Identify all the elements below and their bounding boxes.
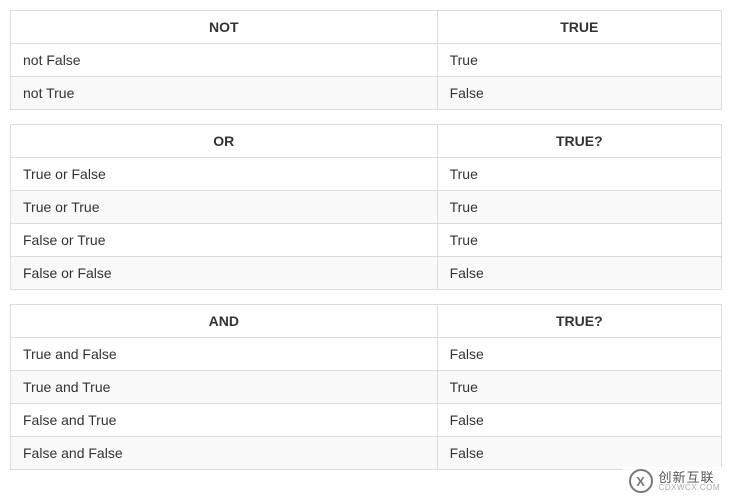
watermark: X 创新互联 CDXWCX.COM	[623, 467, 726, 495]
and-header-result: TRUE?	[437, 305, 721, 338]
table-row: True or True True	[11, 191, 722, 224]
cell-expr: not True	[11, 77, 438, 110]
cell-expr: False and True	[11, 404, 438, 437]
or-table: OR TRUE? True or False True True or True…	[10, 124, 722, 290]
cell-result: True	[437, 191, 721, 224]
table-row: False or False False	[11, 257, 722, 290]
cell-result: True	[437, 224, 721, 257]
watermark-logo-icon: X	[629, 469, 653, 493]
cell-result: True	[437, 44, 721, 77]
or-header-result: TRUE?	[437, 125, 721, 158]
and-table: AND TRUE? True and False False True and …	[10, 304, 722, 470]
cell-result: False	[437, 77, 721, 110]
table-row: not True False	[11, 77, 722, 110]
cell-expr: True and False	[11, 338, 438, 371]
cell-expr: True or True	[11, 191, 438, 224]
watermark-main: 创新互联	[659, 471, 720, 484]
watermark-sub: CDXWCX.COM	[659, 484, 720, 492]
cell-result: False	[437, 437, 721, 470]
cell-result: True	[437, 371, 721, 404]
cell-result: True	[437, 158, 721, 191]
and-header-op: AND	[11, 305, 438, 338]
cell-result: False	[437, 404, 721, 437]
cell-expr: False and False	[11, 437, 438, 470]
table-row: True or False True	[11, 158, 722, 191]
cell-result: False	[437, 257, 721, 290]
not-table: NOT TRUE not False True not True False	[10, 10, 722, 110]
table-row: not False True	[11, 44, 722, 77]
not-header-result: TRUE	[437, 11, 721, 44]
cell-expr: True or False	[11, 158, 438, 191]
cell-expr: not False	[11, 44, 438, 77]
cell-expr: True and True	[11, 371, 438, 404]
table-row: False and False False	[11, 437, 722, 470]
cell-expr: False or False	[11, 257, 438, 290]
table-row: False and True False	[11, 404, 722, 437]
table-row: True and False False	[11, 338, 722, 371]
or-header-op: OR	[11, 125, 438, 158]
cell-result: False	[437, 338, 721, 371]
cell-expr: False or True	[11, 224, 438, 257]
table-row: False or True True	[11, 224, 722, 257]
table-row: True and True True	[11, 371, 722, 404]
not-header-op: NOT	[11, 11, 438, 44]
